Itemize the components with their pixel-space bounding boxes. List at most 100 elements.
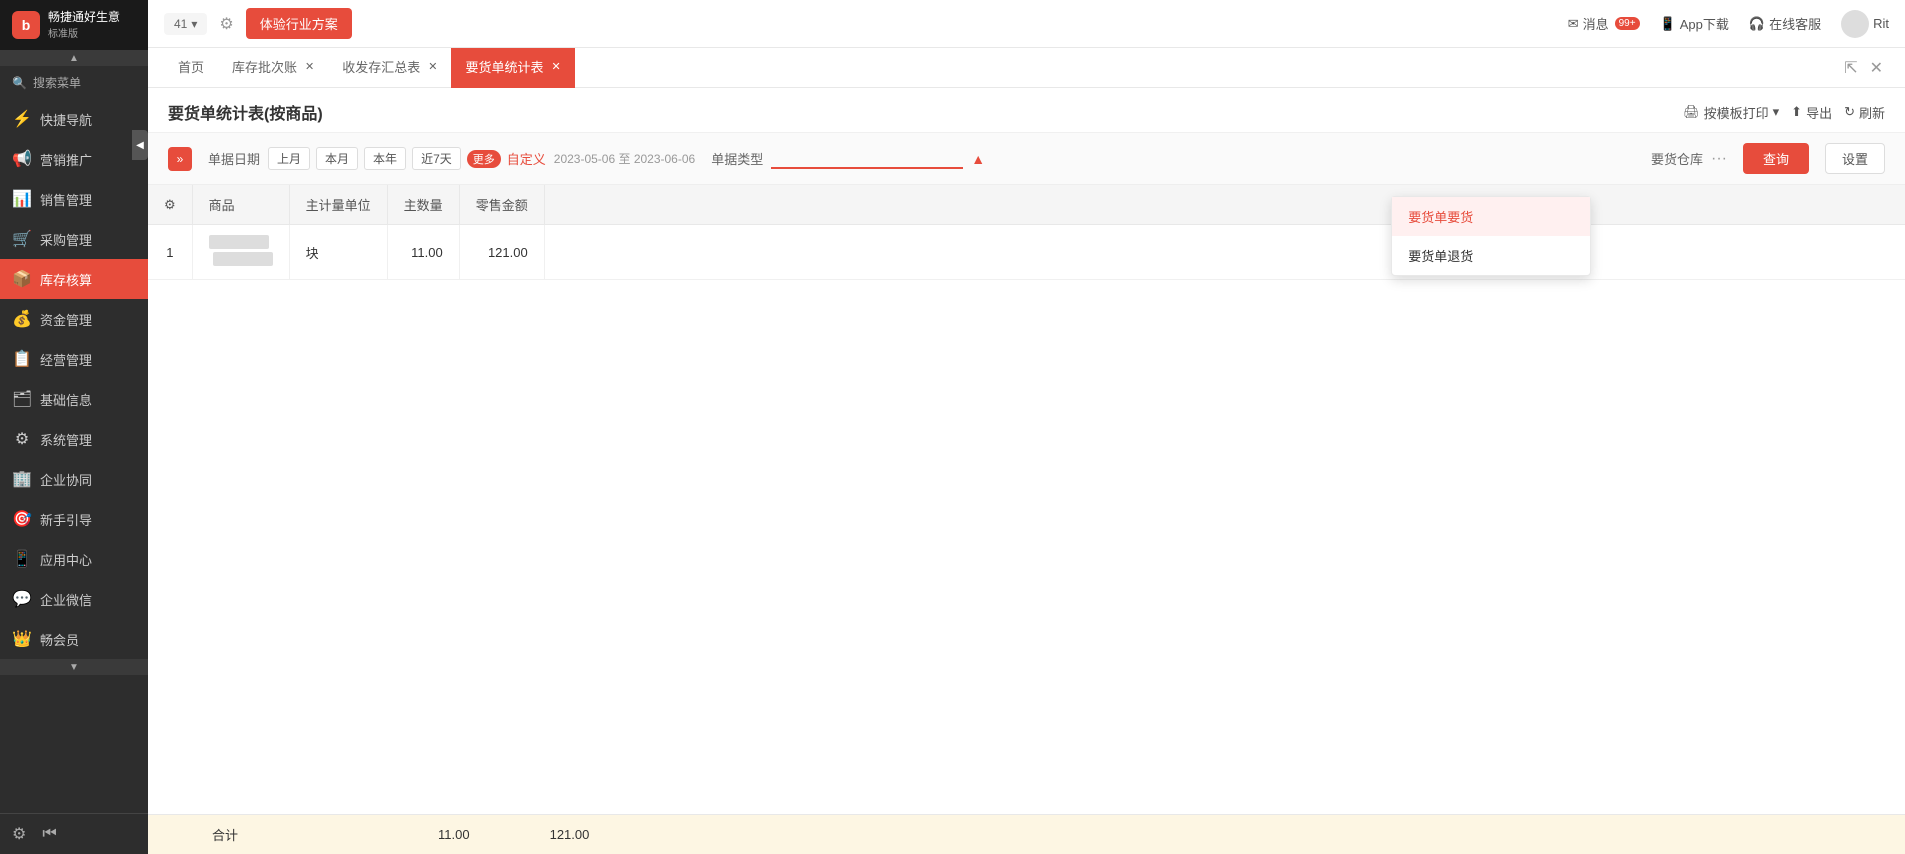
print-template-btn[interactable]: 🖨 按模板打印 ▾ [1683, 103, 1779, 122]
tab-inventory-batch[interactable]: 库存批次账✕ [218, 48, 328, 88]
refresh-btn[interactable]: ↻ 刷新 [1844, 103, 1885, 122]
quick-nav-label: 快捷导航 [40, 110, 92, 129]
system-icon: ⚙ [12, 429, 32, 449]
sidebar-item-wechat[interactable]: 💬 企业微信 [0, 579, 148, 619]
export-btn[interactable]: ⬆ 导出 [1791, 103, 1832, 122]
type-dropdown-menu: 要货单要货 要货单退货 [1391, 196, 1591, 276]
print-arrow-icon: ▾ [1773, 104, 1780, 120]
export-label: 导出 [1806, 103, 1832, 122]
query-button[interactable]: 查询 [1743, 143, 1809, 174]
workspace-selector[interactable]: 41 ▾ [164, 13, 207, 35]
topbar-left: 41 ▾ ⚙ 体验行业方案 [164, 8, 352, 39]
topbar-right: ✉ 消息 99+ 📱 App下载 🎧 在线客服 Rit [1568, 10, 1889, 38]
operation-label: 经营管理 [40, 350, 92, 369]
date-btn-cur-month[interactable]: 本月 [316, 147, 358, 170]
inventory-label: 库存核算 [40, 270, 92, 289]
date-btn-cur-year[interactable]: 本年 [364, 147, 406, 170]
tab-home[interactable]: 首页 [164, 48, 218, 88]
date-filter-label: 单据日期 [208, 149, 260, 168]
settings-button[interactable]: 设置 [1825, 143, 1885, 174]
tab-close-receive-summary[interactable]: ✕ [428, 60, 437, 73]
sidebar-search[interactable]: 🔍 搜索菜单 [0, 66, 148, 99]
filter-bar: » 单据日期 上月 本月 本年 近7天 更多 自定义 2023-05-06 至 … [148, 133, 1905, 185]
guide-icon: 🎯 [12, 509, 32, 529]
user-name: Rit [1873, 16, 1889, 31]
sidebar-item-purchase[interactable]: 🛒 采购管理 [0, 219, 148, 259]
sidebar-item-operation[interactable]: 📋 经营管理 [0, 339, 148, 379]
sidebar-scroll-down[interactable]: ▼ [0, 659, 148, 675]
sidebar: b 畅捷通好生意 标准版 ▲ 🔍 搜索菜单 ⚡ 快捷导航 📢 营销推广 📊 销售… [0, 0, 148, 854]
type-filter-label: 单据类型 [711, 149, 763, 168]
filter-expand-btn[interactable]: » [168, 147, 192, 171]
guide-label: 新手引导 [40, 510, 92, 529]
col-settings[interactable]: ⚙ [148, 185, 192, 225]
sidebar-search-label: 搜索菜单 [33, 74, 81, 91]
cell-extra-0 [544, 225, 1905, 280]
main: 41 ▾ ⚙ 体验行业方案 ✉ 消息 99+ 📱 App下载 🎧 在线客服 R [148, 0, 1905, 854]
user-avatar-item[interactable]: Rit [1841, 10, 1889, 38]
appstore-label: 应用中心 [40, 550, 92, 569]
date-btn-prev-month[interactable]: 上月 [268, 147, 310, 170]
wechat-icon: 💬 [12, 589, 32, 609]
app-download-item[interactable]: 📱 App下载 [1660, 14, 1729, 33]
tab-close-inventory-batch[interactable]: ✕ [305, 60, 314, 73]
trial-button[interactable]: 体验行业方案 [246, 8, 352, 39]
tab-expand-icon[interactable]: ⇱ [1838, 58, 1863, 78]
operation-icon: 📋 [12, 349, 32, 369]
sidebar-collapse-btn[interactable]: ◀ [132, 130, 148, 160]
settings-icon[interactable]: ⚙ [12, 824, 26, 844]
type-filter-input[interactable] [771, 148, 963, 169]
tab-receive-summary[interactable]: 收发存汇总表✕ [328, 48, 451, 88]
print-icon: 🖨 [1683, 104, 1700, 120]
topbar-gear-icon[interactable]: ⚙ [219, 14, 233, 34]
col-product: 商品 [192, 185, 289, 225]
page-actions: 🖨 按模板打印 ▾ ⬆ 导出 ↻ 刷新 [1683, 103, 1885, 122]
cell-quantity-0: 11.00 [387, 225, 459, 280]
logo-text: 畅捷通好生意 [48, 10, 120, 26]
sidebar-toggle-icon[interactable]: ⏮ [42, 825, 56, 843]
basic-label: 基础信息 [40, 390, 92, 409]
dropdown-item-order-goods[interactable]: 要货单要货 [1392, 197, 1590, 236]
table-wrapper: ⚙ 商品 主计量单位 主数量 零售金额 1 块 11.00 121.00 [148, 185, 1905, 814]
sidebar-item-appstore[interactable]: 📱 应用中心 [0, 539, 148, 579]
col-unit: 主计量单位 [289, 185, 387, 225]
export-icon: ⬆ [1791, 104, 1802, 120]
system-label: 系统管理 [40, 430, 92, 449]
sidebar-item-inventory[interactable]: 📦 库存核算 [0, 259, 148, 299]
cell-unit-0: 块 [289, 225, 387, 280]
sidebar-item-marketing[interactable]: 📢 营销推广 [0, 139, 148, 179]
search-icon: 🔍 [12, 76, 27, 90]
online-service-item[interactable]: 🎧 在线客服 [1749, 14, 1821, 33]
tab-close-order-summary[interactable]: ✕ [552, 60, 561, 73]
sidebar-item-basic[interactable]: 🗂 基础信息 [0, 379, 148, 419]
warehouse-more-icon[interactable]: ··· [1711, 150, 1727, 168]
tab-label-home: 首页 [178, 57, 204, 76]
sidebar-item-enterprise[interactable]: 🏢 企业协同 [0, 459, 148, 499]
date-btn-7days[interactable]: 近7天 [412, 147, 461, 170]
sidebar-item-finance[interactable]: 💰 资金管理 [0, 299, 148, 339]
sidebar-item-sales[interactable]: 📊 销售管理 [0, 179, 148, 219]
purchase-icon: 🛒 [12, 229, 32, 249]
sidebar-item-system[interactable]: ⚙ 系统管理 [0, 419, 148, 459]
messages-icon: ✉ [1568, 16, 1579, 32]
total-quantity: 11.00 [438, 827, 470, 842]
tab-close-all-icon[interactable]: ✕ [1864, 58, 1889, 78]
sidebar-item-guide[interactable]: 🎯 新手引导 [0, 499, 148, 539]
messages-item[interactable]: ✉ 消息 99+ [1568, 14, 1640, 33]
sidebar-scroll-up[interactable]: ▲ [0, 50, 148, 66]
tab-order-summary[interactable]: 要货单统计表✕ [451, 48, 574, 88]
col-quantity: 主数量 [387, 185, 459, 225]
date-more-badge[interactable]: 更多 [467, 150, 501, 168]
total-label: 合计 [212, 825, 238, 844]
member-label: 畅会员 [40, 630, 79, 649]
workspace-arrow-icon: ▾ [191, 17, 197, 31]
sidebar-item-member[interactable]: 👑 畅会员 [0, 619, 148, 659]
custom-label[interactable]: 自定义 [507, 149, 546, 168]
type-filter-arrow[interactable]: ▲ [971, 151, 985, 167]
total-amount: 121.00 [550, 827, 590, 842]
date-shortcuts: 上月 本月 本年 近7天 更多 自定义 [268, 147, 546, 170]
finance-icon: 💰 [12, 309, 32, 329]
topbar: 41 ▾ ⚙ 体验行业方案 ✉ 消息 99+ 📱 App下载 🎧 在线客服 R [148, 0, 1905, 48]
sidebar-item-quick-nav[interactable]: ⚡ 快捷导航 [0, 99, 148, 139]
dropdown-item-order-return[interactable]: 要货单退货 [1392, 236, 1590, 275]
